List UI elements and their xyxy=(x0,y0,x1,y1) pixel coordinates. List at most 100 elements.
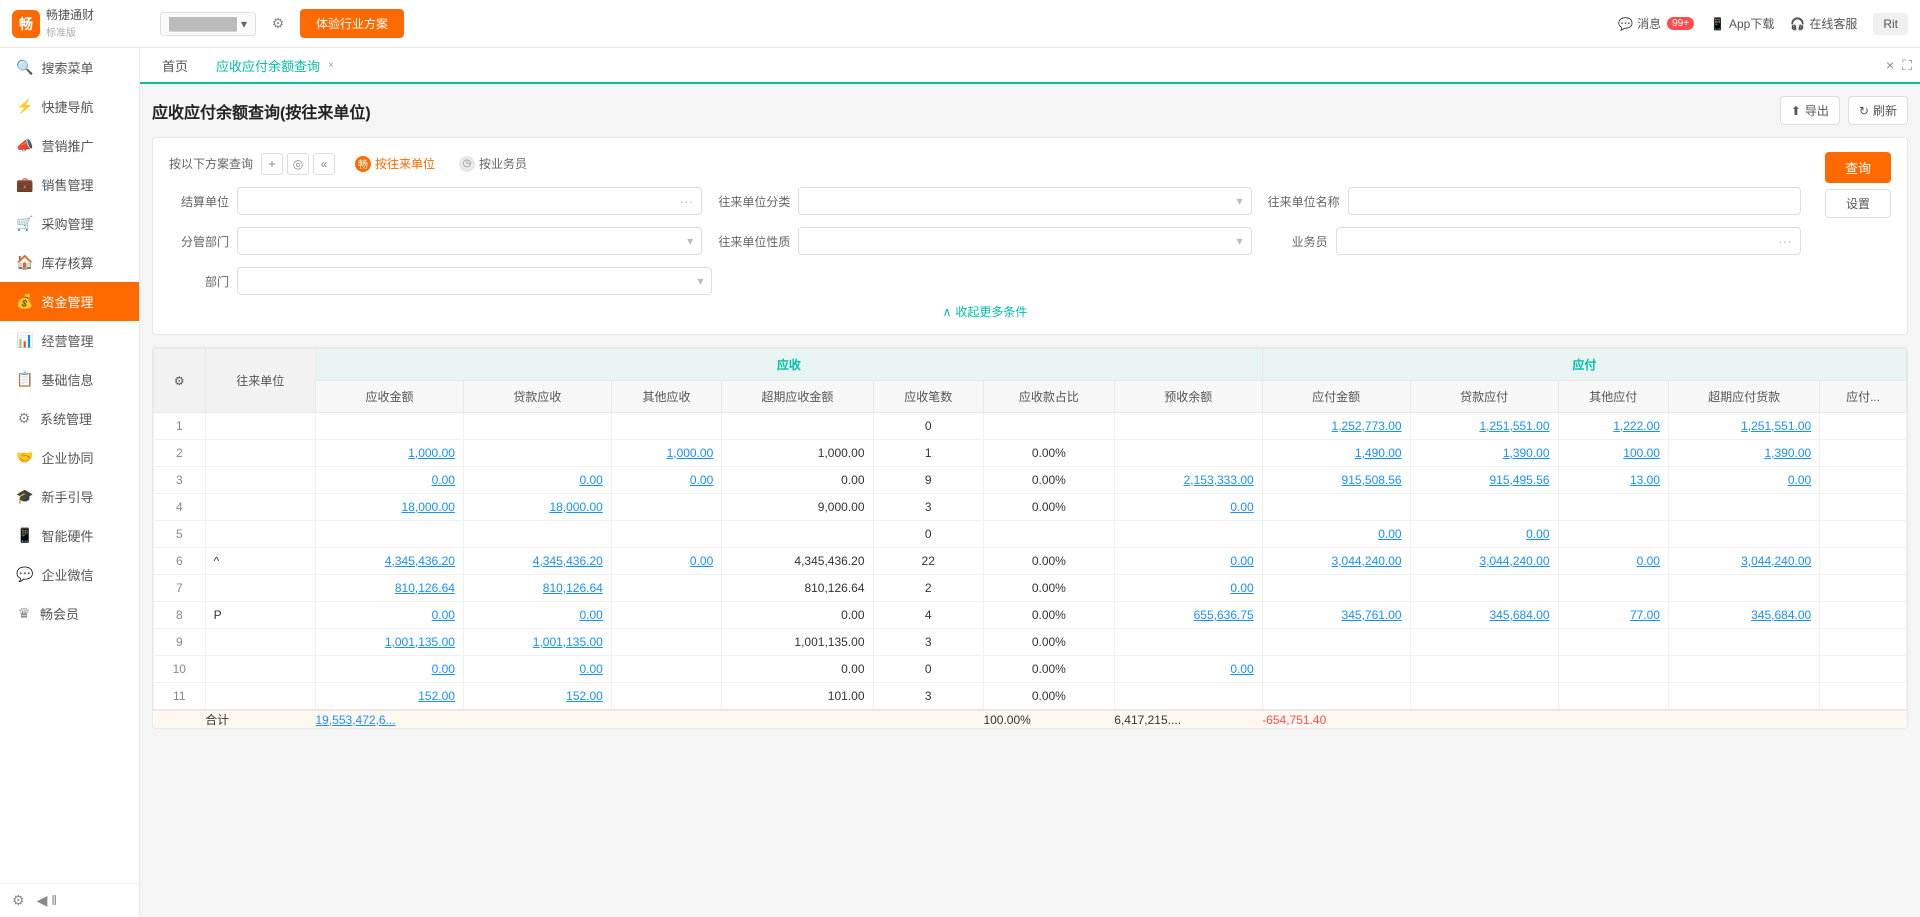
cell-r3-c10[interactable]: 915,508.56 xyxy=(1262,467,1410,494)
cell-r1-c12[interactable]: 1,222.00 xyxy=(1558,413,1668,440)
partner-category-input[interactable]: ▾ xyxy=(798,187,1251,215)
app-download-btn[interactable]: 📱 App下载 xyxy=(1710,15,1774,32)
tab-actions: × ⛶ xyxy=(1886,48,1912,82)
page-container: 应收应付余额查询(按往来单位) ⬆ 导出 ↻ 刷新 按以下方案查询 xyxy=(140,84,1920,917)
hardware-icon: 📱 xyxy=(16,527,33,544)
refresh-button[interactable]: ↻ 刷新 xyxy=(1848,96,1908,125)
tab-maximize-icon[interactable]: ⛶ xyxy=(1902,57,1912,74)
scheme-option-salesperson[interactable]: ◷ 按业务员 xyxy=(451,152,535,175)
cell-r8-c10[interactable]: 345,761.00 xyxy=(1262,602,1410,629)
messages-btn[interactable]: 💬 消息 99+ xyxy=(1618,15,1694,32)
cell-r9-c4[interactable]: 1,001,135.00 xyxy=(463,629,611,656)
cell-r3-c5[interactable]: 0.00 xyxy=(611,467,721,494)
settings-bottom-icon[interactable]: ⚙ xyxy=(12,892,25,909)
cell-r7-c4[interactable]: 810,126.64 xyxy=(463,575,611,602)
cell-r6-c9[interactable]: 0.00 xyxy=(1114,548,1262,575)
cell-r10-c3[interactable]: 0.00 xyxy=(316,656,464,683)
cell-r1-c13[interactable]: 1,251,551.00 xyxy=(1668,413,1819,440)
cell-r3-c12[interactable]: 13.00 xyxy=(1558,467,1668,494)
cell-r4-c9[interactable]: 0.00 xyxy=(1114,494,1262,521)
tab-receivable-query[interactable]: 应收应付余额查询 × xyxy=(202,48,348,84)
sidebar-item-inventory[interactable]: 🏠 库存核算 xyxy=(0,243,139,282)
cell-r10-c9[interactable]: 0.00 xyxy=(1114,656,1262,683)
partner-name-input[interactable] xyxy=(1348,187,1801,215)
cell-r5-c11[interactable]: 0.00 xyxy=(1410,521,1558,548)
cell-r3-c4[interactable]: 0.00 xyxy=(463,467,611,494)
settings-icon[interactable]: ⚙ xyxy=(264,10,292,38)
sidebar-item-search[interactable]: 🔍 搜索菜单 xyxy=(0,48,139,87)
cell-r3-c11[interactable]: 915,495.56 xyxy=(1410,467,1558,494)
cell-r4-c3[interactable]: 18,000.00 xyxy=(316,494,464,521)
salesperson-input[interactable]: ··· xyxy=(1336,227,1801,255)
cell-r8-c4[interactable]: 0.00 xyxy=(463,602,611,629)
cell-r7-c9[interactable]: 0.00 xyxy=(1114,575,1262,602)
cell-r6-c13[interactable]: 3,044,240.00 xyxy=(1668,548,1819,575)
cell-r7-c3[interactable]: 810,126.64 xyxy=(316,575,464,602)
cell-r11-c3[interactable]: 152.00 xyxy=(316,683,464,711)
sidebar-item-collab[interactable]: 🤝 企业协同 xyxy=(0,438,139,477)
cell-r6-c11[interactable]: 3,044,240.00 xyxy=(1410,548,1558,575)
sidebar-item-guide[interactable]: 🎓 新手引导 xyxy=(0,477,139,516)
total-recv-amount[interactable]: 19,553,472,6... xyxy=(316,710,464,728)
cell-r8-c11[interactable]: 345,684.00 xyxy=(1410,602,1558,629)
cell-r2-c11[interactable]: 1,390.00 xyxy=(1410,440,1558,467)
cell-r8-c13[interactable]: 345,684.00 xyxy=(1668,602,1819,629)
sidebar-item-system[interactable]: ⚙ 系统管理 xyxy=(0,399,139,438)
cell-r1-c10[interactable]: 1,252,773.00 xyxy=(1262,413,1410,440)
cell-r11-c4[interactable]: 152.00 xyxy=(463,683,611,711)
cell-r6-c10[interactable]: 3,044,240.00 xyxy=(1262,548,1410,575)
scheme-back-btn[interactable]: « xyxy=(313,153,335,175)
cell-r2-c5[interactable]: 1,000.00 xyxy=(611,440,721,467)
sidebar-item-quicknav[interactable]: ⚡ 快捷导航 xyxy=(0,87,139,126)
cell-r1-c11[interactable]: 1,251,551.00 xyxy=(1410,413,1558,440)
promo-button[interactable]: 体验行业方案 xyxy=(300,9,404,38)
cell-r6-c5[interactable]: 0.00 xyxy=(611,548,721,575)
collapse-button[interactable]: ∧ 收起更多条件 xyxy=(943,303,1028,320)
scheme-option-partner[interactable]: 畅 按往来单位 xyxy=(347,152,443,175)
cell-r2-c12[interactable]: 100.00 xyxy=(1558,440,1668,467)
cell-r5-c10[interactable]: 0.00 xyxy=(1262,521,1410,548)
cell-r10-c4[interactable]: 0.00 xyxy=(463,656,611,683)
cell-r6-c3[interactable]: 4,345,436.20 xyxy=(316,548,464,575)
cell-r8-c12[interactable]: 77.00 xyxy=(1558,602,1668,629)
sidebar-item-basic[interactable]: 📋 基础信息 xyxy=(0,360,139,399)
company-selector[interactable]: ████████ ▾ xyxy=(160,12,256,36)
cell-r2-c3[interactable]: 1,000.00 xyxy=(316,440,464,467)
sidebar-item-marketing[interactable]: 📣 营销推广 xyxy=(0,126,139,165)
scheme-add-btn[interactable]: + xyxy=(261,153,283,175)
cell-r6-c12[interactable]: 0.00 xyxy=(1558,548,1668,575)
online-service-btn[interactable]: 🎧 在线客服 xyxy=(1790,15,1857,32)
sidebar-item-hardware[interactable]: 📱 智能硬件 xyxy=(0,516,139,555)
settlement-input[interactable]: ··· xyxy=(237,187,702,215)
user-info[interactable]: Rit xyxy=(1873,13,1908,35)
dept-input[interactable]: ▾ xyxy=(237,227,702,255)
partner-nature-input[interactable]: ▾ xyxy=(798,227,1251,255)
cell-r2-c10[interactable]: 1,490.00 xyxy=(1262,440,1410,467)
sidebar-item-operation[interactable]: 📊 经营管理 xyxy=(0,321,139,360)
query-button[interactable]: 查询 xyxy=(1825,152,1891,183)
cell-r8-c3[interactable]: 0.00 xyxy=(316,602,464,629)
tab-home[interactable]: 首页 xyxy=(148,48,202,84)
company-name: ████████ xyxy=(169,17,237,31)
sidebar-item-sales[interactable]: 💼 销售管理 xyxy=(0,165,139,204)
cell-r9-c3[interactable]: 1,001,135.00 xyxy=(316,629,464,656)
cell-r3-c3[interactable]: 0.00 xyxy=(316,467,464,494)
sidebar-item-member[interactable]: ♛ 畅会员 xyxy=(0,594,139,633)
collapse-icon[interactable]: ◀ ‖ xyxy=(37,892,57,909)
dept2-input[interactable]: ▾ xyxy=(237,267,712,295)
cell-r8-c9[interactable]: 655,636.75 xyxy=(1114,602,1262,629)
tab-minimize-icon[interactable]: × xyxy=(1886,57,1894,73)
cell-r3-c9[interactable]: 2,153,333.00 xyxy=(1114,467,1262,494)
cell-r2-c13[interactable]: 1,390.00 xyxy=(1668,440,1819,467)
scheme-target-btn[interactable]: ◎ xyxy=(287,153,309,175)
sidebar-item-finance[interactable]: 💰 资金管理 xyxy=(0,282,139,321)
cell-r4-c4[interactable]: 18,000.00 xyxy=(463,494,611,521)
cell-r6-c4[interactable]: 4,345,436.20 xyxy=(463,548,611,575)
tab-close-btn[interactable]: × xyxy=(328,60,334,71)
sidebar-item-purchase[interactable]: 🛒 采购管理 xyxy=(0,204,139,243)
th-gear[interactable]: ⚙ xyxy=(154,349,206,413)
sidebar-item-wechat[interactable]: 💬 企业微信 xyxy=(0,555,139,594)
export-button[interactable]: ⬆ 导出 xyxy=(1780,96,1840,125)
settings-button[interactable]: 设置 xyxy=(1825,189,1891,218)
cell-r3-c13[interactable]: 0.00 xyxy=(1668,467,1819,494)
